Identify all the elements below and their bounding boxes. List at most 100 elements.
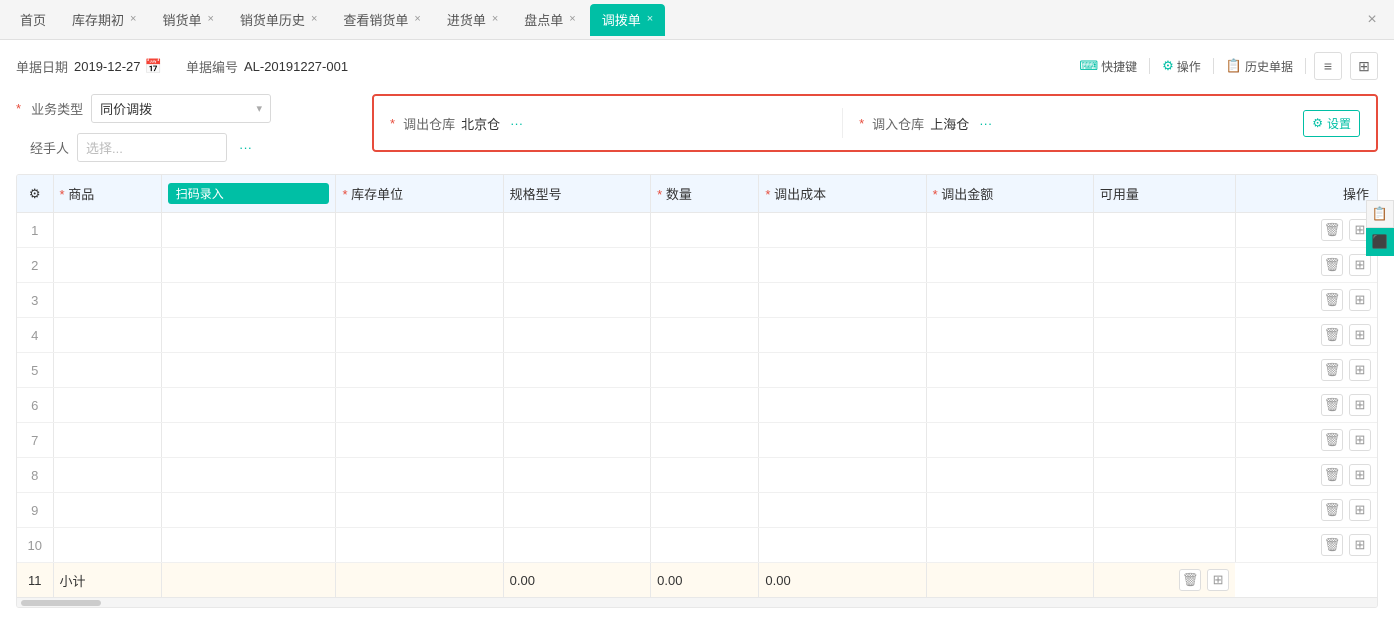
row-spec[interactable]: [503, 248, 651, 283]
row-delete-button[interactable]: 🗑: [1321, 359, 1343, 381]
row-amount[interactable]: [926, 423, 1093, 458]
tab-purchase-order-close[interactable]: ×: [492, 14, 498, 25]
row-spec[interactable]: [503, 388, 651, 423]
row-spec[interactable]: [503, 318, 651, 353]
transfer-out-more-icon[interactable]: ···: [510, 116, 523, 131]
row-amount[interactable]: [926, 318, 1093, 353]
row-amount[interactable]: [926, 388, 1093, 423]
side-note-icon[interactable]: 📋: [1366, 200, 1394, 228]
history-button[interactable]: 📋 历史单据: [1222, 56, 1297, 77]
calendar-icon[interactable]: 📅: [145, 58, 162, 75]
row-product[interactable]: [53, 388, 161, 423]
tab-sales-history[interactable]: 销货单历史 ×: [228, 4, 329, 36]
operation-button[interactable]: ⚙ 操作: [1158, 56, 1205, 77]
transfer-in-more-icon[interactable]: ···: [979, 116, 992, 131]
row-unit[interactable]: [336, 493, 503, 528]
row-copy-button[interactable]: ⊞: [1349, 464, 1371, 486]
row-qty[interactable]: [651, 248, 759, 283]
row-copy-button[interactable]: ⊞: [1349, 429, 1371, 451]
row-delete-button[interactable]: 🗑: [1321, 534, 1343, 556]
row-cost[interactable]: [759, 248, 926, 283]
tab-inventory-check[interactable]: 盘点单 ×: [512, 4, 587, 36]
row-product[interactable]: [53, 213, 161, 248]
tab-home[interactable]: 首页: [8, 4, 58, 36]
row-copy-button[interactable]: ⊞: [1349, 324, 1371, 346]
row-amount[interactable]: [926, 528, 1093, 563]
tab-view-sales-close[interactable]: ×: [414, 14, 420, 25]
operator-input[interactable]: 选择...: [77, 133, 227, 162]
row-unit[interactable]: [336, 283, 503, 318]
row-amount[interactable]: [926, 458, 1093, 493]
tab-sales-order[interactable]: 销货单 ×: [150, 4, 225, 36]
row-cost[interactable]: [759, 318, 926, 353]
scan-entry-button[interactable]: 扫码录入: [168, 183, 330, 204]
row-qty[interactable]: [651, 318, 759, 353]
row-spec[interactable]: [503, 353, 651, 388]
tab-sales-history-close[interactable]: ×: [311, 14, 317, 25]
row-delete-button[interactable]: 🗑: [1321, 429, 1343, 451]
row-delete-button[interactable]: 🗑: [1321, 394, 1343, 416]
row-cost[interactable]: [759, 458, 926, 493]
settings-button[interactable]: ⚙ 设置: [1303, 110, 1360, 137]
row-unit[interactable]: [336, 388, 503, 423]
row-cost[interactable]: [759, 213, 926, 248]
row-spec[interactable]: [503, 528, 651, 563]
row-amount[interactable]: [926, 283, 1093, 318]
business-type-select[interactable]: 同价调拨 ▾: [91, 94, 271, 123]
th-settings[interactable]: ⚙: [17, 175, 53, 213]
row-product[interactable]: [53, 353, 161, 388]
row-spec[interactable]: [503, 423, 651, 458]
row-qty[interactable]: [651, 213, 759, 248]
row-product[interactable]: [53, 248, 161, 283]
row-cost[interactable]: [759, 493, 926, 528]
tab-transfer-order-close[interactable]: ×: [647, 14, 653, 25]
row-product[interactable]: [53, 423, 161, 458]
row-product[interactable]: [53, 493, 161, 528]
row-unit[interactable]: [336, 423, 503, 458]
row-unit[interactable]: [336, 528, 503, 563]
row-spec[interactable]: [503, 458, 651, 493]
row-product[interactable]: [53, 528, 161, 563]
tab-inventory-open[interactable]: 库存期初 ×: [60, 4, 148, 36]
row-qty[interactable]: [651, 423, 759, 458]
row-cost[interactable]: [759, 388, 926, 423]
row-product[interactable]: [53, 458, 161, 493]
row-copy-button[interactable]: ⊞: [1349, 499, 1371, 521]
row-copy-button[interactable]: ⊞: [1349, 289, 1371, 311]
row-unit[interactable]: [336, 213, 503, 248]
tab-transfer-order[interactable]: 调拨单 ×: [590, 4, 665, 36]
row-product[interactable]: [53, 283, 161, 318]
side-expand-icon[interactable]: ⬛: [1366, 228, 1394, 256]
row-unit[interactable]: [336, 248, 503, 283]
row-spec[interactable]: [503, 213, 651, 248]
row-cost[interactable]: [759, 423, 926, 458]
layout-grid-icon[interactable]: ⊞: [1350, 52, 1378, 80]
row-unit[interactable]: [336, 458, 503, 493]
layout-list-icon[interactable]: ≡: [1314, 52, 1342, 80]
row-delete-button[interactable]: 🗑: [1321, 499, 1343, 521]
row-qty[interactable]: [651, 528, 759, 563]
row-cost[interactable]: [759, 283, 926, 318]
row-copy-button[interactable]: ⊞: [1349, 534, 1371, 556]
row-copy-button[interactable]: ⊞: [1349, 254, 1371, 276]
horizontal-scrollbar[interactable]: [17, 597, 1377, 607]
row-qty[interactable]: [651, 458, 759, 493]
row-amount[interactable]: [926, 493, 1093, 528]
tab-inventory-open-close[interactable]: ×: [130, 14, 136, 25]
row-unit[interactable]: [336, 353, 503, 388]
row-copy-button[interactable]: ⊞: [1349, 394, 1371, 416]
row-amount[interactable]: [926, 353, 1093, 388]
row-cost[interactable]: [759, 528, 926, 563]
window-close-button[interactable]: ×: [1358, 6, 1386, 34]
tab-purchase-order[interactable]: 进货单 ×: [435, 4, 510, 36]
row-delete-button[interactable]: 🗑: [1179, 569, 1201, 591]
operator-more-icon[interactable]: ···: [239, 140, 252, 155]
row-amount[interactable]: [926, 213, 1093, 248]
row-product[interactable]: [53, 318, 161, 353]
row-qty[interactable]: [651, 353, 759, 388]
row-spec[interactable]: [503, 283, 651, 318]
tab-view-sales[interactable]: 查看销货单 ×: [331, 4, 432, 36]
scroll-thumb[interactable]: [21, 600, 101, 606]
row-spec[interactable]: [503, 493, 651, 528]
row-copy-button[interactable]: ⊞: [1207, 569, 1229, 591]
